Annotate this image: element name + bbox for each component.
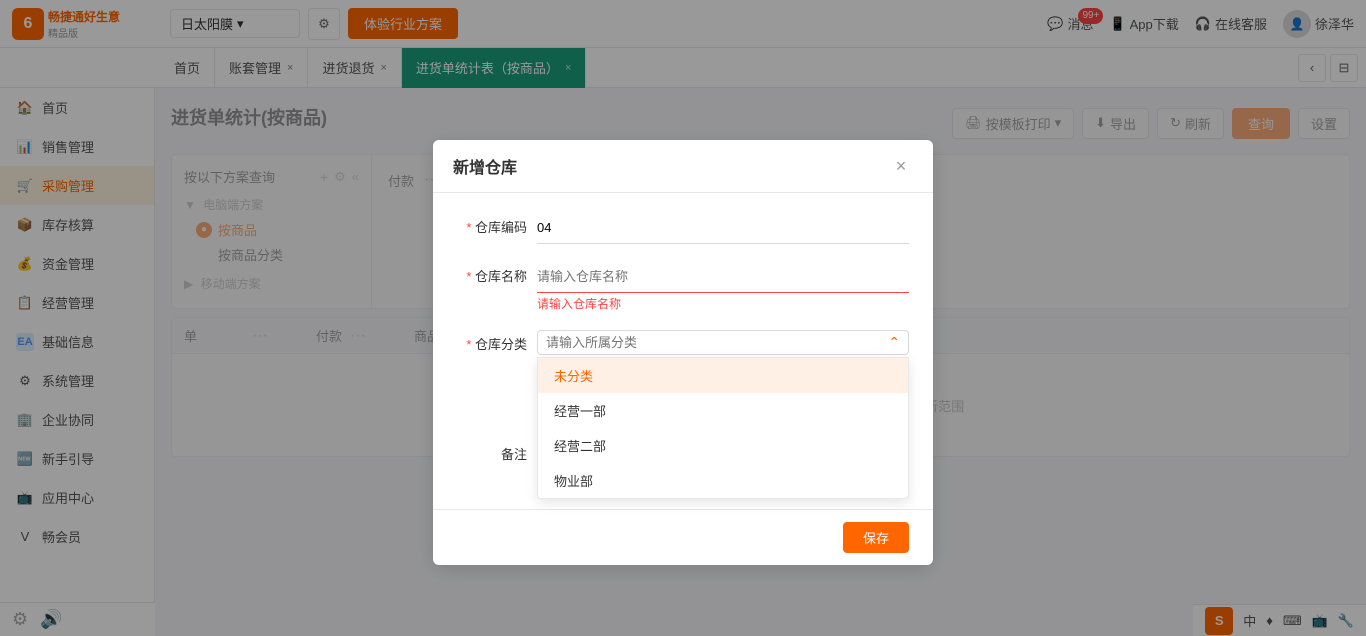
- save-button[interactable]: 保存: [843, 522, 909, 553]
- modal-warehouse: 新增仓库 × 仓库编码 仓库名称 请输入仓库名称 仓库分类: [433, 140, 933, 565]
- name-input[interactable]: [537, 262, 909, 293]
- modal-overlay: 新增仓库 × 仓库编码 仓库名称 请输入仓库名称 仓库分类: [0, 0, 1366, 636]
- category-input[interactable]: [546, 331, 888, 354]
- dropdown-item-dept1[interactable]: 经营一部: [538, 393, 908, 428]
- code-label: 仓库编码: [457, 213, 537, 243]
- modal-header: 新增仓库 ×: [433, 140, 933, 193]
- notes-label: 备注: [457, 440, 537, 470]
- field-category: 仓库分类 ⌃ 未分类 经营一部 经营二部 物业部: [457, 330, 909, 360]
- modal-title: 新增仓库: [453, 154, 517, 178]
- dropdown-item-dept3[interactable]: 物业部: [538, 463, 908, 498]
- modal-close-button[interactable]: ×: [889, 154, 913, 178]
- field-code: 仓库编码: [457, 213, 909, 244]
- category-dropdown: 未分类 经营一部 经营二部 物业部: [537, 357, 909, 499]
- modal-footer: 保存: [433, 509, 933, 565]
- name-error-msg: 请输入仓库名称: [537, 295, 909, 312]
- modal-body: 仓库编码 仓库名称 请输入仓库名称 仓库分类 ⌃: [433, 193, 933, 509]
- category-input-wrap[interactable]: ⌃: [537, 330, 909, 355]
- field-name: 仓库名称 请输入仓库名称: [457, 262, 909, 312]
- dropdown-item-dept2[interactable]: 经营二部: [538, 428, 908, 463]
- category-input-container: ⌃ 未分类 经营一部 经营二部 物业部: [537, 330, 909, 355]
- category-label: 仓库分类: [457, 330, 537, 360]
- category-chevron-up-icon[interactable]: ⌃: [888, 334, 900, 351]
- dropdown-item-unclassified[interactable]: 未分类: [538, 358, 908, 393]
- code-input[interactable]: [537, 213, 909, 244]
- code-input-wrap: [537, 213, 909, 244]
- name-label: 仓库名称: [457, 262, 537, 292]
- name-input-wrap: 请输入仓库名称: [537, 262, 909, 312]
